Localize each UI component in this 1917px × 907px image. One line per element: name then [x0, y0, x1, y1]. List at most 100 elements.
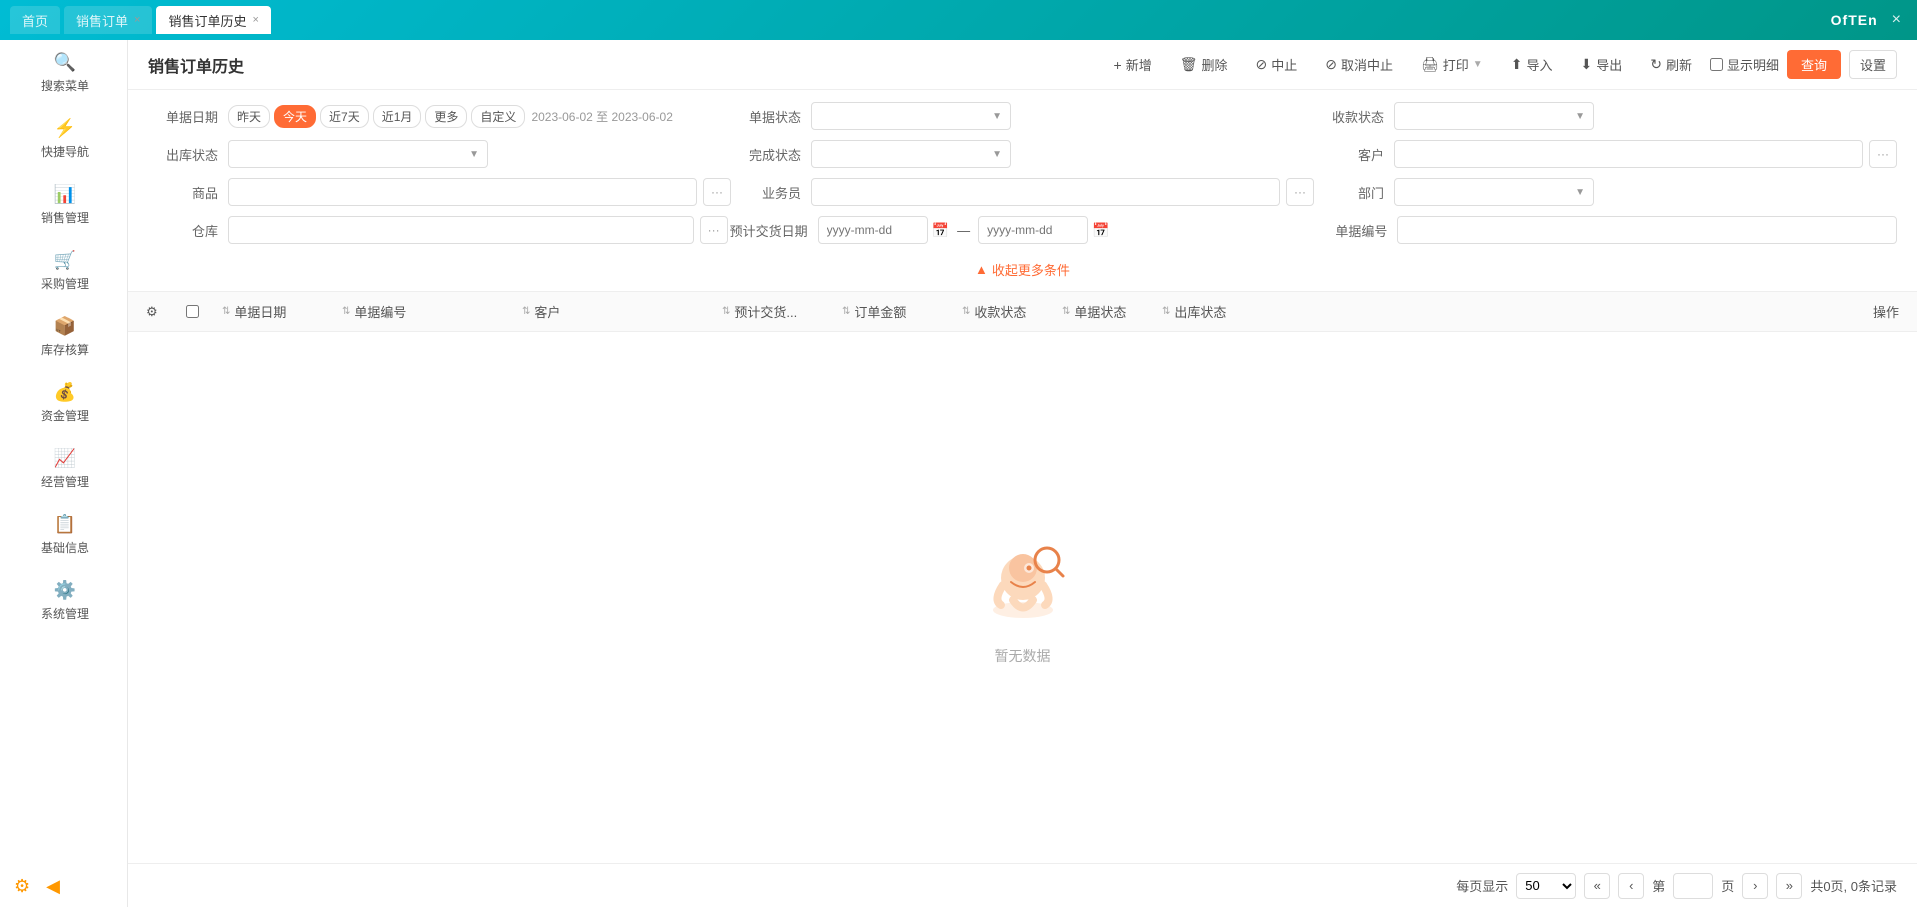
sidebar-bottom: ⚙ ◀: [0, 866, 127, 907]
th-amount[interactable]: ⇅ 订单金额: [834, 302, 954, 321]
query-button[interactable]: 查询: [1787, 50, 1841, 79]
first-page-btn[interactable]: «: [1584, 873, 1610, 899]
sidebar-item-operations-mgmt-label: 经营管理: [41, 473, 89, 490]
th-order-no[interactable]: ⇅ 单据编号: [334, 302, 514, 321]
th-receipt[interactable]: ⇅ 收款状态: [954, 302, 1054, 321]
window-close-btn[interactable]: ×: [1886, 9, 1907, 31]
th-settings[interactable]: ⚙: [138, 304, 178, 320]
th-date[interactable]: ⇅ 单据日期: [214, 302, 334, 321]
th-customer[interactable]: ⇅ 客户: [514, 302, 714, 321]
display-toggle-checkbox[interactable]: [1710, 58, 1723, 71]
import-label: 导入: [1526, 55, 1552, 74]
next-page-btn[interactable]: ›: [1742, 873, 1768, 899]
cancel-stop-icon: ⊘: [1325, 56, 1337, 73]
sidebar-item-quick-nav[interactable]: ⚡ 快捷导航: [0, 106, 127, 172]
delivery-date-start[interactable]: [818, 216, 928, 244]
page-prefix-label: 第: [1652, 876, 1665, 895]
th-order-no-label: 单据编号: [354, 302, 406, 321]
per-page-select[interactable]: 50 10 20 100: [1516, 873, 1576, 899]
tab-sales-order-history-close[interactable]: ×: [252, 14, 258, 26]
import-button[interactable]: ⬆ 导入: [1501, 51, 1563, 78]
prev-page-btn[interactable]: ‹: [1618, 873, 1644, 899]
date-btn-last1m[interactable]: 近1月: [373, 105, 422, 128]
collapse-label: 收起更多条件: [992, 260, 1070, 279]
th-out-label: 出库状态: [1174, 302, 1226, 321]
settings-bottom-icon[interactable]: ⚙: [14, 876, 30, 897]
order-status-arrow: ▼: [992, 111, 1002, 122]
date-btn-custom[interactable]: 自定义: [471, 105, 525, 128]
refresh-button[interactable]: ↻ 刷新: [1640, 51, 1702, 78]
export-button[interactable]: ⬇ 导出: [1570, 51, 1632, 78]
th-receipt-label: 收款状态: [974, 302, 1026, 321]
print-button[interactable]: 🖨 打印 ▼: [1411, 51, 1493, 78]
salesperson-input[interactable]: [811, 178, 1280, 206]
product-input[interactable]: [228, 178, 697, 206]
collapse-sidebar-icon[interactable]: ◀: [46, 876, 60, 897]
sidebar-item-basic-info[interactable]: 📋 基础信息: [0, 502, 127, 568]
tab-sales-order-history-label: 销售订单历史: [168, 11, 246, 30]
tab-sales-order[interactable]: 销售订单 ×: [64, 6, 152, 34]
sidebar-item-search-menu-label: 搜索菜单: [41, 77, 89, 94]
tab-home[interactable]: 首页: [10, 6, 60, 34]
salesperson-ellipsis[interactable]: ···: [1286, 178, 1314, 206]
product-ellipsis[interactable]: ···: [703, 178, 731, 206]
delivery-date-end-cal[interactable]: 📅: [1092, 222, 1109, 239]
cancel-stop-button[interactable]: ⊘ 取消中止: [1315, 51, 1403, 78]
collapse-btn[interactable]: ▲ 收起更多条件: [148, 254, 1897, 279]
warehouse-input[interactable]: [228, 216, 694, 244]
add-icon: +: [1114, 57, 1122, 73]
date-btn-today[interactable]: 今天: [274, 105, 316, 128]
delivery-date-end[interactable]: [978, 216, 1088, 244]
sidebar-item-inventory-mgmt-label: 库存核算: [41, 341, 89, 358]
department-label: 部门: [1314, 183, 1394, 202]
th-out[interactable]: ⇅ 出库状态: [1154, 302, 1254, 321]
out-status-arrow: ▼: [469, 149, 479, 160]
order-status-control: ▼: [811, 102, 1314, 130]
last-page-btn[interactable]: »: [1776, 873, 1802, 899]
order-no-input[interactable]: [1397, 216, 1897, 244]
sidebar-item-sales-mgmt[interactable]: 📊 销售管理: [0, 172, 127, 238]
sidebar-item-inventory-mgmt[interactable]: 📦 库存核算: [0, 304, 127, 370]
th-delivery[interactable]: ⇅ 预计交货...: [714, 302, 834, 321]
receipt-status-select[interactable]: ▼: [1394, 102, 1594, 130]
date-btn-yesterday[interactable]: 昨天: [228, 105, 270, 128]
sidebar-item-system-mgmt[interactable]: ⚙️ 系统管理: [0, 568, 127, 634]
tab-sales-order-close[interactable]: ×: [134, 14, 140, 26]
date-btn-last7[interactable]: 近7天: [320, 105, 369, 128]
sidebar: 🔍 搜索菜单 ⚡ 快捷导航 📊 销售管理 🛒 采购管理 📦 库存核算 💰 资金管…: [0, 40, 128, 907]
warehouse-ellipsis[interactable]: ···: [700, 216, 728, 244]
date-btn-more[interactable]: 更多: [425, 105, 467, 128]
tab-home-label: 首页: [22, 11, 48, 30]
delete-button[interactable]: 🗑 删除: [1170, 51, 1238, 78]
customer-ellipsis[interactable]: ···: [1869, 140, 1897, 168]
sidebar-item-search-menu[interactable]: 🔍 搜索菜单: [0, 40, 127, 106]
settings-button[interactable]: 设置: [1849, 50, 1897, 79]
order-status-select[interactable]: ▼: [811, 102, 1011, 130]
sidebar-item-purchase-mgmt[interactable]: 🛒 采购管理: [0, 238, 127, 304]
th-checkbox[interactable]: [178, 305, 214, 318]
date-range-display: 2023-06-02 至 2023-06-02: [531, 108, 672, 125]
salesperson-label: 业务员: [731, 183, 811, 202]
print-dropdown-icon: ▼: [1473, 59, 1483, 70]
select-all-checkbox[interactable]: [186, 305, 199, 318]
th-customer-sort-icon: ⇅: [522, 306, 530, 317]
purchase-mgmt-icon: 🛒: [54, 250, 76, 271]
top-bar-right: OfTEn ×: [1831, 9, 1907, 31]
out-status-select[interactable]: ▼: [228, 140, 488, 168]
customer-input[interactable]: [1394, 140, 1863, 168]
sidebar-item-operations-mgmt[interactable]: 📈 经营管理: [0, 436, 127, 502]
add-button[interactable]: + 新增: [1104, 51, 1162, 78]
department-select[interactable]: ▼: [1394, 178, 1594, 206]
receipt-status-arrow: ▼: [1575, 111, 1585, 122]
display-toggle[interactable]: 显示明细: [1710, 55, 1779, 74]
tab-sales-order-history[interactable]: 销售订单历史 ×: [156, 6, 270, 34]
stop-button[interactable]: ⊘ 中止: [1246, 51, 1308, 78]
sidebar-item-finance-mgmt[interactable]: 💰 资金管理: [0, 370, 127, 436]
current-page-input[interactable]: 1: [1673, 873, 1713, 899]
sidebar-item-sales-mgmt-label: 销售管理: [41, 209, 89, 226]
th-status[interactable]: ⇅ 单据状态: [1054, 302, 1154, 321]
date-filter-label: 单据日期: [148, 107, 228, 126]
delivery-date-start-cal[interactable]: 📅: [932, 222, 949, 239]
complete-status-select[interactable]: ▼: [811, 140, 1011, 168]
cancel-stop-label: 取消中止: [1341, 55, 1393, 74]
